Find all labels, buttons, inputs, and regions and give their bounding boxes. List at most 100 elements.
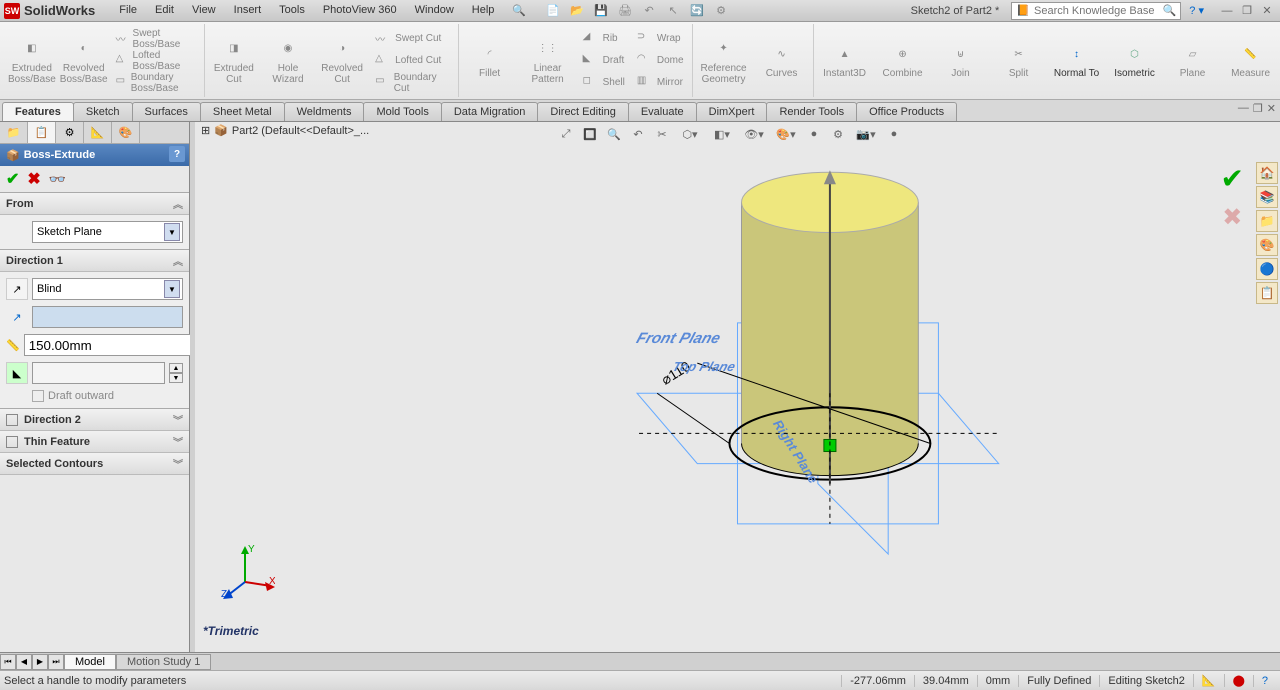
tab-weldments[interactable]: Weldments bbox=[284, 102, 365, 121]
open-icon[interactable]: 📂 bbox=[566, 2, 588, 20]
revolved-boss-button[interactable]: ◐Revolved Boss/Base bbox=[58, 28, 110, 94]
extruded-boss-button[interactable]: ◧Extruded Boss/Base bbox=[6, 28, 58, 94]
join-button[interactable]: ⊎Join bbox=[932, 40, 990, 81]
close-button[interactable]: ✕ bbox=[1258, 4, 1276, 18]
hole-wizard-button[interactable]: ◉Hole Wizard bbox=[261, 28, 315, 94]
pm-thinfeature-header[interactable]: Thin Feature︾ bbox=[0, 431, 189, 453]
motion-study-tab[interactable]: Motion Study 1 bbox=[116, 654, 211, 670]
tab-first-button[interactable]: ⏮ bbox=[0, 654, 16, 670]
menu-help[interactable]: Help bbox=[464, 2, 503, 19]
pm-direction2-header[interactable]: Direction 2︾ bbox=[0, 409, 189, 431]
pm-from-header[interactable]: From︽ bbox=[0, 193, 189, 215]
lofted-cut-button[interactable]: △Lofted Cut bbox=[369, 50, 455, 72]
save-icon[interactable]: 💾 bbox=[590, 2, 612, 20]
status-rebuild-icon[interactable]: ⬤ bbox=[1224, 674, 1253, 687]
normal-to-button[interactable]: ↕Normal To bbox=[1048, 40, 1106, 81]
menu-window[interactable]: Window bbox=[407, 2, 462, 19]
menu-tools[interactable]: Tools bbox=[271, 2, 313, 19]
property-tab[interactable]: 📋 bbox=[28, 122, 56, 143]
pm-detail-button[interactable]: 👓 bbox=[49, 171, 66, 188]
lofted-boss-button[interactable]: △Lofted Boss/Base bbox=[110, 50, 202, 72]
checkbox-icon[interactable] bbox=[6, 414, 18, 426]
search-box[interactable]: 📙 🔍 bbox=[1011, 2, 1181, 20]
ref-geometry-button[interactable]: ✦Reference Geometry bbox=[695, 35, 753, 87]
tab-directediting[interactable]: Direct Editing bbox=[537, 102, 628, 121]
instant3d-button[interactable]: ▲Instant3D bbox=[816, 40, 874, 81]
model-tab[interactable]: Model bbox=[64, 654, 116, 670]
rib-button[interactable]: ◢Rib bbox=[577, 28, 631, 50]
restore-button[interactable]: ❐ bbox=[1238, 4, 1256, 18]
config-tab[interactable]: ⚙ bbox=[56, 122, 84, 143]
search-magnify-icon[interactable]: 🔍 bbox=[1163, 4, 1177, 17]
dome-button[interactable]: ◠Dome bbox=[631, 50, 690, 72]
pm-ok-button[interactable]: ✔ bbox=[6, 169, 19, 189]
pm-selectedcontours-header[interactable]: Selected Contours︾ bbox=[0, 453, 189, 475]
menu-insert[interactable]: Insert bbox=[226, 2, 270, 19]
linear-pattern-button[interactable]: ⋮⋮Linear Pattern bbox=[519, 28, 577, 94]
tab-datamigration[interactable]: Data Migration bbox=[441, 102, 539, 121]
select-icon[interactable]: ↖ bbox=[662, 2, 684, 20]
tab-dimxpert[interactable]: DimXpert bbox=[696, 102, 768, 121]
wrap-button[interactable]: ⊃Wrap bbox=[631, 28, 690, 50]
menu-search-icon[interactable]: 🔍 bbox=[504, 2, 534, 19]
tab-last-button[interactable]: ⏭ bbox=[48, 654, 64, 670]
draft-spinner[interactable]: ▲▼ bbox=[169, 363, 183, 383]
new-icon[interactable]: 📄 bbox=[542, 2, 564, 20]
status-units-icon[interactable]: 📐 bbox=[1193, 674, 1224, 687]
graphics-viewport[interactable]: ⊞ 📦 Part2 (Default<<Default>_... ⤢ 🔲 🔍 ↶… bbox=[195, 122, 1280, 652]
dropdown-icon[interactable]: ▼ bbox=[164, 223, 180, 241]
model-preview[interactable]: ⌀110 Front Plane Top Plane Right Plane bbox=[195, 122, 1280, 652]
boundary-boss-button[interactable]: ▭Boundary Boss/Base bbox=[110, 72, 202, 94]
end-condition-select[interactable]: Blind ▼ bbox=[32, 278, 183, 300]
tab-rendertools[interactable]: Render Tools bbox=[766, 102, 857, 121]
pm-direction1-header[interactable]: Direction 1︽ bbox=[0, 250, 189, 272]
tab-features[interactable]: Features bbox=[2, 102, 74, 121]
tab-sheetmetal[interactable]: Sheet Metal bbox=[200, 102, 285, 121]
menu-photoview[interactable]: PhotoView 360 bbox=[315, 2, 405, 19]
measure-button[interactable]: 📏Measure bbox=[1222, 40, 1280, 81]
tab-officeproducts[interactable]: Office Products bbox=[856, 102, 957, 121]
extruded-cut-button[interactable]: ◨Extruded Cut bbox=[207, 28, 261, 94]
tab-sketch[interactable]: Sketch bbox=[73, 102, 133, 121]
print-icon[interactable]: 🖨 bbox=[614, 2, 636, 20]
orientation-triad[interactable]: Y X Z bbox=[215, 542, 275, 602]
tab-surfaces[interactable]: Surfaces bbox=[132, 102, 201, 121]
doc-close-button[interactable]: ✕ bbox=[1267, 102, 1276, 115]
tab-next-button[interactable]: ▶ bbox=[32, 654, 48, 670]
split-button[interactable]: ✂Split bbox=[990, 40, 1048, 81]
doc-minimize-button[interactable]: — bbox=[1238, 102, 1249, 115]
menu-edit[interactable]: Edit bbox=[147, 2, 182, 19]
display-tab[interactable]: 🎨 bbox=[112, 122, 140, 143]
tab-prev-button[interactable]: ◀ bbox=[16, 654, 32, 670]
menu-view[interactable]: View bbox=[184, 2, 224, 19]
draft-input[interactable] bbox=[32, 362, 165, 384]
revolved-cut-button[interactable]: ◑Revolved Cut bbox=[315, 28, 369, 94]
depth-input[interactable] bbox=[24, 334, 211, 356]
boundary-cut-button[interactable]: ▭Boundary Cut bbox=[369, 72, 455, 94]
draft-button[interactable]: ◣Draft bbox=[577, 50, 631, 72]
pm-cancel-button[interactable]: ✖ bbox=[27, 169, 40, 189]
search-input[interactable] bbox=[1034, 5, 1163, 17]
dropdown-icon[interactable]: ▼ bbox=[164, 280, 180, 298]
feature-tree-tab[interactable]: 📁 bbox=[0, 122, 28, 143]
combine-button[interactable]: ⊕Combine bbox=[874, 40, 932, 81]
doc-restore-button[interactable]: ❐ bbox=[1253, 102, 1263, 115]
direction-input[interactable] bbox=[32, 306, 183, 328]
swept-boss-button[interactable]: 〰Swept Boss/Base bbox=[110, 28, 202, 50]
minimize-button[interactable]: — bbox=[1218, 4, 1236, 18]
fillet-button[interactable]: ◜Fillet bbox=[461, 28, 519, 94]
shell-button[interactable]: ◻Shell bbox=[577, 72, 631, 94]
tab-moldtools[interactable]: Mold Tools bbox=[363, 102, 441, 121]
curves-button[interactable]: ∿Curves bbox=[753, 35, 811, 87]
reverse-direction-button[interactable]: ↗ bbox=[6, 278, 28, 300]
pm-help-button[interactable]: ? bbox=[169, 146, 185, 162]
tab-evaluate[interactable]: Evaluate bbox=[628, 102, 697, 121]
options-icon[interactable]: ⚙ bbox=[710, 2, 732, 20]
plane-button[interactable]: ▱Plane bbox=[1164, 40, 1222, 81]
isometric-button[interactable]: ⬡Isometric bbox=[1106, 40, 1164, 81]
draft-outward-check[interactable]: Draft outward bbox=[6, 390, 183, 402]
undo-icon[interactable]: ↶ bbox=[638, 2, 660, 20]
swept-cut-button[interactable]: 〰Swept Cut bbox=[369, 28, 455, 50]
checkbox-icon[interactable] bbox=[6, 436, 18, 448]
draft-icon[interactable]: ◣ bbox=[6, 362, 28, 384]
